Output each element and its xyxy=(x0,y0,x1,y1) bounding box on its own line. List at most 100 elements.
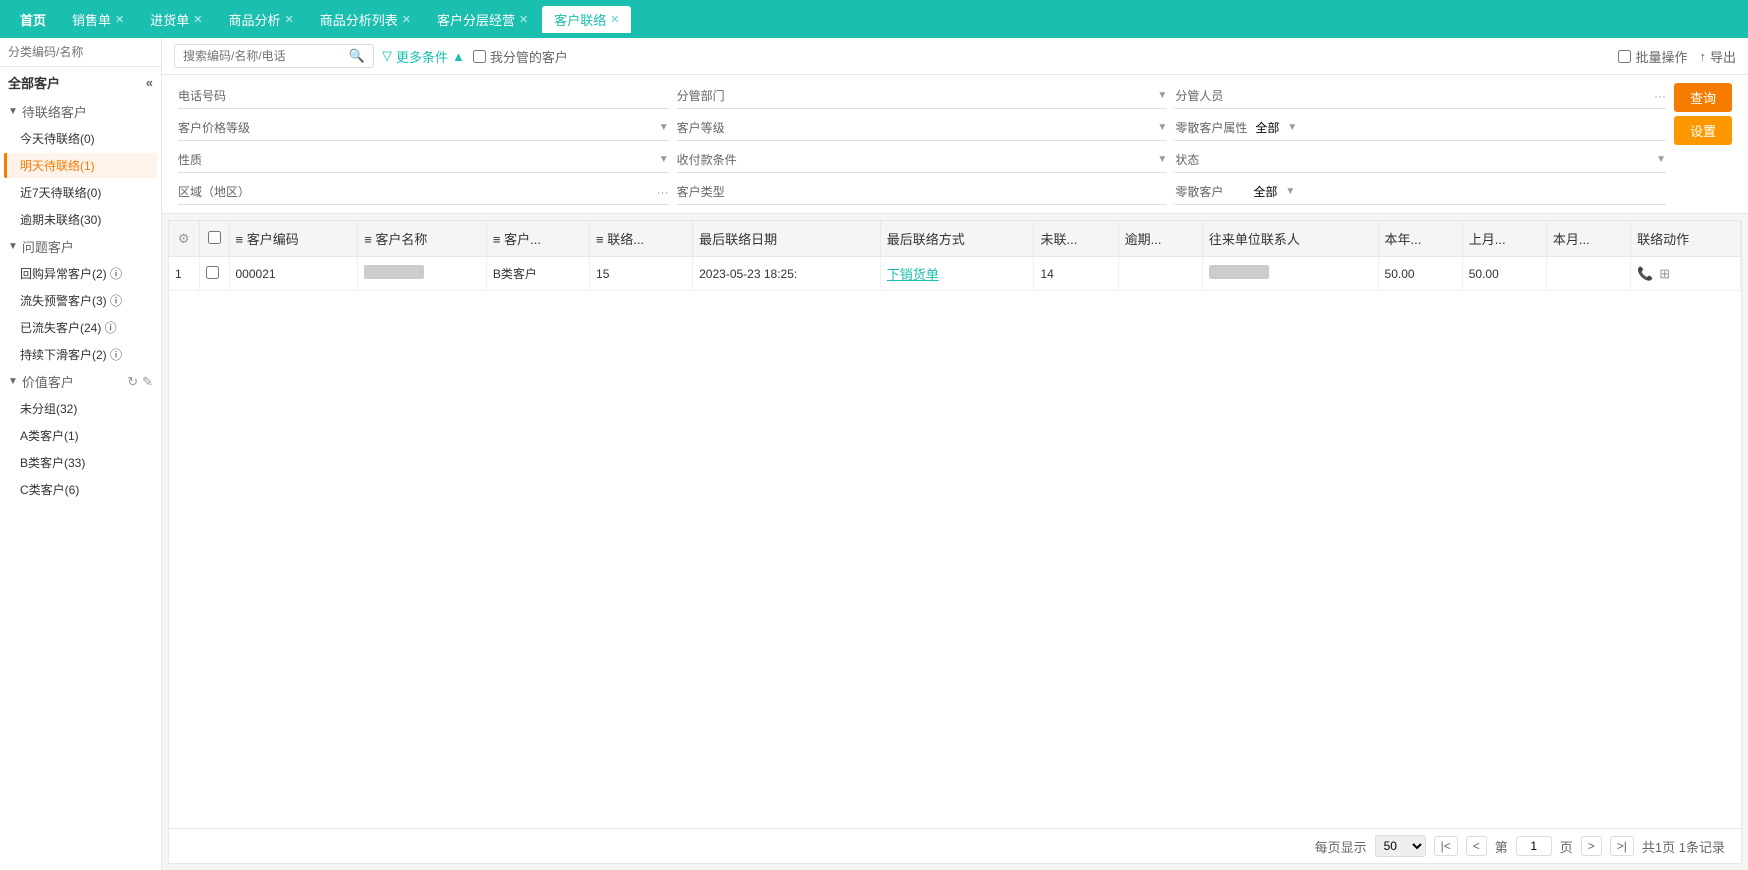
retail-attr-dropdown-icon[interactable]: ▼ xyxy=(1287,122,1297,133)
filter-retail-customer: 零散客户 全部 ▼ xyxy=(1175,179,1666,205)
filter-row-2: 客户价格等级 ▼ 客户等级 ▼ 零散客户属性 全部 ▼ xyxy=(178,115,1666,141)
sidebar-item-a-class[interactable]: A类客户(1) xyxy=(4,423,157,448)
sidebar-search-box: 🔍 xyxy=(0,38,161,67)
nav-analysis-list[interactable]: 商品分析列表 ✕ xyxy=(308,6,423,33)
select-all-checkbox[interactable] xyxy=(208,231,221,244)
sidebar-item-declining[interactable]: 持续下滑客户(2) ⓘ xyxy=(4,342,157,367)
sidebar-item-tomorrow-pending[interactable]: 明天待联络(1) xyxy=(4,153,157,178)
price-level-dropdown-icon[interactable]: ▼ xyxy=(659,122,669,133)
th-last-contact-method: 最后联络方式 xyxy=(880,221,1034,257)
td-customer-code: 000021 xyxy=(229,257,358,291)
sidebar-item-7day-pending[interactable]: 近7天待联络(0) xyxy=(4,180,157,205)
settings-gear-icon[interactable]: ⚙ xyxy=(178,231,190,246)
search-box: 🔍 xyxy=(174,44,374,68)
retail-customer-dropdown-icon[interactable]: ▼ xyxy=(1285,186,1295,197)
status-dropdown-icon[interactable]: ▼ xyxy=(1656,154,1666,165)
sidebar-item-today-pending[interactable]: 今天待联络(0) xyxy=(4,126,157,151)
pagination: 每页显示 50 100 200 |< < 第 页 > >| 共1页 1条记录 xyxy=(169,828,1741,863)
table-row: 1 000021 B类客户 15 2023-05-23 18:25: 下销货单 xyxy=(169,257,1741,291)
call-action-icon[interactable]: 📞 xyxy=(1637,266,1653,282)
nav-customer-contact[interactable]: 客户联络 ✕ xyxy=(542,6,631,33)
group-value-customers: ▼ 价值客户 ↻ ✎ xyxy=(0,368,161,395)
table-container: ⚙ ≡ 客户编码 ≡ 客户名称 ≡ 客户... xyxy=(168,220,1742,864)
my-customers-check[interactable] xyxy=(473,50,486,63)
group-arrow-pending: ▼ xyxy=(8,106,18,117)
sidebar-item-b-class[interactable]: B类客户(33) xyxy=(4,450,157,475)
sidebar-item-ungroup[interactable]: 未分组(32) xyxy=(4,396,157,421)
nature-dropdown-icon[interactable]: ▼ xyxy=(659,154,669,165)
page-size-select[interactable]: 50 100 200 xyxy=(1375,835,1426,857)
value-customers-refresh-icon[interactable]: ↻ xyxy=(127,374,138,390)
collapse-icon[interactable]: « xyxy=(146,75,153,90)
sidebar-item-c-class[interactable]: C类客户(6) xyxy=(4,477,157,502)
nav-home[interactable]: 首页 xyxy=(8,6,58,33)
manager-more-icon[interactable]: ··· xyxy=(1654,89,1666,103)
contact-method-link[interactable]: 下销货单 xyxy=(887,267,939,282)
query-button[interactable]: 查询 xyxy=(1674,83,1732,112)
first-page-btn[interactable]: |< xyxy=(1434,836,1458,856)
th-year-amount: 本年... xyxy=(1378,221,1462,257)
my-customers-checkbox[interactable]: 我分管的客户 xyxy=(473,47,568,66)
group-arrow-value: ▼ xyxy=(8,376,18,387)
nav-purchase[interactable]: 进货单 ✕ xyxy=(138,6,214,33)
filter-panel: 电话号码 分管部门 ▼ 分管人员 ··· xyxy=(162,75,1748,214)
page-input[interactable] xyxy=(1516,836,1552,856)
setting-button[interactable]: 设置 xyxy=(1674,116,1732,145)
close-purchase-icon[interactable]: ✕ xyxy=(193,13,202,26)
th-customer-name: ≡ 客户名称 xyxy=(358,221,487,257)
export-btn[interactable]: ↑ 导出 xyxy=(1699,47,1736,66)
search-icon[interactable]: 🔍 xyxy=(349,48,365,64)
filter-payment-terms: 收付款条件 ▼ xyxy=(677,147,1168,173)
bulk-op-btn[interactable]: 批量操作 xyxy=(1618,47,1687,66)
customers-table: ⚙ ≡ 客户编码 ≡ 客户名称 ≡ 客户... xyxy=(169,221,1741,291)
customer-name-value xyxy=(364,265,424,279)
toolbar-right: 批量操作 ↑ 导出 xyxy=(1618,47,1736,66)
chevron-up-icon: ▲ xyxy=(452,49,465,64)
customer-level-dropdown-icon[interactable]: ▼ xyxy=(1157,122,1167,133)
filter-nature: 性质 ▼ xyxy=(178,147,669,173)
sidebar-item-overdue-contact[interactable]: 逾期未联络(30) xyxy=(4,207,157,232)
last-page-btn[interactable]: >| xyxy=(1610,836,1634,856)
close-customer-segment-icon[interactable]: ✕ xyxy=(519,13,528,26)
td-checkbox xyxy=(199,257,229,291)
th-action: 联络动作 xyxy=(1631,221,1741,257)
th-contact-count: ≡ 联络... xyxy=(590,221,693,257)
payment-terms-dropdown-icon[interactable]: ▼ xyxy=(1157,154,1167,165)
search-input[interactable] xyxy=(183,49,345,63)
bulk-op-check[interactable] xyxy=(1618,50,1631,63)
filter-manager: 分管人员 ··· xyxy=(1175,83,1666,109)
contact-person-value xyxy=(1209,265,1269,279)
nav-analysis[interactable]: 商品分析 ✕ xyxy=(216,6,305,33)
th-this-month: 本月... xyxy=(1546,221,1630,257)
row-action-icons: 📞 ⊞ xyxy=(1637,266,1734,282)
td-uncontacted: 14 xyxy=(1034,257,1118,291)
nav-sales[interactable]: 销售单 ✕ xyxy=(60,6,136,33)
close-analysis-list-icon[interactable]: ✕ xyxy=(402,13,411,26)
row-checkbox[interactable] xyxy=(206,266,219,279)
th-uncontacted: 未联... xyxy=(1034,221,1118,257)
close-analysis-icon[interactable]: ✕ xyxy=(285,13,294,26)
prev-page-btn[interactable]: < xyxy=(1466,836,1487,856)
close-sales-icon[interactable]: ✕ xyxy=(115,13,124,26)
sidebar-search-input[interactable] xyxy=(8,45,162,59)
td-contact-person xyxy=(1202,257,1378,291)
nav-customer-segment[interactable]: 客户分层经营 ✕ xyxy=(425,6,540,33)
filter-toolbar: 🔍 ▽ 更多条件 ▲ 我分管的客户 批量操作 ↑ 导出 xyxy=(162,38,1748,75)
value-customers-edit-icon[interactable]: ✎ xyxy=(142,374,153,390)
th-checkbox xyxy=(199,221,229,257)
region-more-icon[interactable]: ··· xyxy=(657,185,669,199)
filter-department: 分管部门 ▼ xyxy=(677,83,1168,109)
next-page-btn[interactable]: > xyxy=(1581,836,1602,856)
department-dropdown-icon[interactable]: ▼ xyxy=(1157,90,1167,101)
grid-action-icon[interactable]: ⊞ xyxy=(1659,266,1670,282)
th-customer-code: ≡ 客户编码 xyxy=(229,221,358,257)
sidebar-item-repurchase-abnormal[interactable]: 回购异常客户(2) ⓘ xyxy=(4,261,157,286)
filter-row-3: 性质 ▼ 收付款条件 ▼ 状态 ▼ xyxy=(178,147,1666,173)
th-last-month: 上月... xyxy=(1462,221,1546,257)
sidebar-item-churn-warning[interactable]: 流失预警客户(3) ⓘ xyxy=(4,288,157,313)
th-gear: ⚙ xyxy=(169,221,199,257)
sidebar-item-churned[interactable]: 已流失客户(24) ⓘ xyxy=(4,315,157,340)
td-this-month xyxy=(1546,257,1630,291)
close-customer-contact-icon[interactable]: ✕ xyxy=(610,13,619,26)
more-conditions-btn[interactable]: ▽ 更多条件 ▲ xyxy=(382,47,465,66)
